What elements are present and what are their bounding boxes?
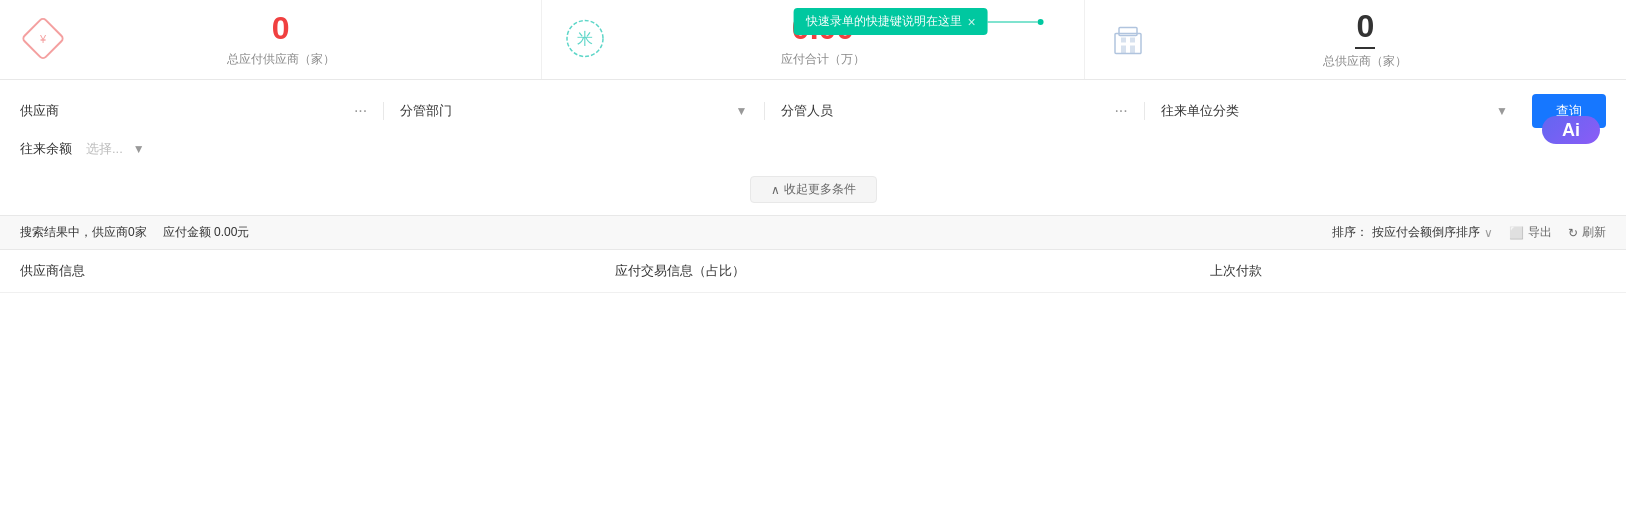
svg-text:¥: ¥ <box>39 32 47 44</box>
svg-rect-4 <box>1115 33 1141 53</box>
tooltip-dot <box>1036 17 1046 27</box>
refresh-icon: ↻ <box>1568 226 1578 240</box>
manager-label: 分管人员 <box>781 102 833 120</box>
unit-category-filter: 往来单位分类 ▼ <box>1145 102 1524 120</box>
stats-bar: ¥ 0 总应付供应商（家） 米 快速录单的快捷键说明在这里 × 0.00 应付合… <box>0 0 1626 80</box>
piggy-icon: 米 <box>562 15 608 61</box>
main-content: 供应商信息 应付交易信息（占比） 上次付款 <box>0 250 1626 515</box>
svg-rect-5 <box>1121 37 1126 42</box>
table-header: 供应商信息 应付交易信息（占比） 上次付款 <box>0 250 1626 293</box>
results-summary: 搜索结果中，供应商0家 应付金额 0.00元 <box>20 224 249 241</box>
ai-label: Ai <box>1562 120 1580 141</box>
results-bar: 搜索结果中，供应商0家 应付金额 0.00元 排序： 按应付会额倒序排序 ∨ ⬜… <box>0 216 1626 250</box>
results-actions: 排序： 按应付会额倒序排序 ∨ ⬜ 导出 ↻ 刷新 <box>1332 224 1606 241</box>
collapse-bar: ∧ 收起更多条件 <box>20 170 1606 215</box>
department-filter: 分管部门 ▼ <box>384 102 764 120</box>
manager-dots[interactable]: ··· <box>1114 102 1127 120</box>
department-label: 分管部门 <box>400 102 452 120</box>
amount-summary: 应付金额 0.00元 <box>163 224 250 241</box>
filter-bar: 供应商 ··· 分管部门 ▼ 分管人员 ··· 往来单位分类 ▼ 查询 往来余额… <box>0 80 1626 216</box>
supplier-dots[interactable]: ··· <box>354 102 367 120</box>
svg-rect-6 <box>1130 37 1135 42</box>
col-last-payment: 上次付款 <box>1210 262 1607 280</box>
department-input[interactable] <box>460 104 731 119</box>
svg-rect-7 <box>1121 45 1126 53</box>
unit-category-input[interactable] <box>1247 104 1492 119</box>
filter-row-1: 供应商 ··· 分管部门 ▼ 分管人员 ··· 往来单位分类 ▼ 查询 <box>20 94 1606 128</box>
unit-category-label: 往来单位分类 <box>1161 102 1239 120</box>
payable-suppliers-label: 总应付供应商（家） <box>227 51 335 68</box>
manager-filter: 分管人员 ··· <box>765 102 1145 120</box>
stat-payable-total: 米 快速录单的快捷键说明在这里 × 0.00 应付合计（万） <box>542 0 1084 79</box>
payable-total-label: 应付合计（万） <box>781 51 865 68</box>
sort-selector[interactable]: 排序： 按应付会额倒序排序 ∨ <box>1332 224 1493 241</box>
svg-rect-8 <box>1130 45 1135 53</box>
department-dropdown-icon[interactable]: ▼ <box>736 104 748 118</box>
sort-value: 按应付会额倒序排序 <box>1372 224 1480 241</box>
ai-badge[interactable]: Ai <box>1542 116 1600 144</box>
payable-suppliers-count: 0 <box>272 11 290 46</box>
building-icon <box>1105 15 1151 61</box>
unit-category-dropdown-icon[interactable]: ▼ <box>1496 104 1508 118</box>
balance-placeholder: 选择... <box>86 140 123 158</box>
col-supplier-info: 供应商信息 <box>20 262 615 280</box>
balance-label: 往来余额 <box>20 140 72 158</box>
refresh-button[interactable]: ↻ 刷新 <box>1568 224 1606 241</box>
stat-total-payable-suppliers: ¥ 0 总应付供应商（家） <box>0 0 542 79</box>
tooltip-text: 快速录单的快捷键说明在这里 <box>806 13 962 30</box>
filter-row-2: 往来余额 选择... ▼ <box>20 140 1606 158</box>
tooltip-close-btn[interactable]: × <box>968 14 976 30</box>
svg-rect-9 <box>1119 27 1137 35</box>
sort-label: 排序： <box>1332 224 1368 241</box>
stat-total-suppliers: 0 总供应商（家） <box>1085 0 1626 79</box>
collapse-icon: ∧ <box>771 183 780 197</box>
refresh-label: 刷新 <box>1582 224 1606 241</box>
export-button[interactable]: ⬜ 导出 <box>1509 224 1552 241</box>
total-suppliers-label: 总供应商（家） <box>1323 53 1407 70</box>
supplier-filter: 供应商 ··· <box>20 102 384 120</box>
collapse-button[interactable]: ∧ 收起更多条件 <box>750 176 877 203</box>
balance-filter: 往来余额 选择... ▼ <box>20 140 145 158</box>
manager-input[interactable] <box>841 104 1111 119</box>
col-transaction-info: 应付交易信息（占比） <box>615 262 1210 280</box>
supplier-input[interactable] <box>67 104 350 119</box>
total-suppliers-count: 0 <box>1355 9 1375 48</box>
sort-dropdown-icon[interactable]: ∨ <box>1484 226 1493 240</box>
tooltip-bubble: 快速录单的快捷键说明在这里 × <box>794 8 988 35</box>
table-body <box>0 293 1626 493</box>
search-summary: 搜索结果中，供应商0家 <box>20 224 147 241</box>
diamond-icon: ¥ <box>20 15 66 61</box>
export-label: 导出 <box>1528 224 1552 241</box>
export-icon: ⬜ <box>1509 226 1524 240</box>
svg-text:米: 米 <box>577 29 593 46</box>
supplier-label: 供应商 <box>20 102 59 120</box>
collapse-label: 收起更多条件 <box>784 181 856 198</box>
balance-dropdown-icon[interactable]: ▼ <box>133 142 145 156</box>
